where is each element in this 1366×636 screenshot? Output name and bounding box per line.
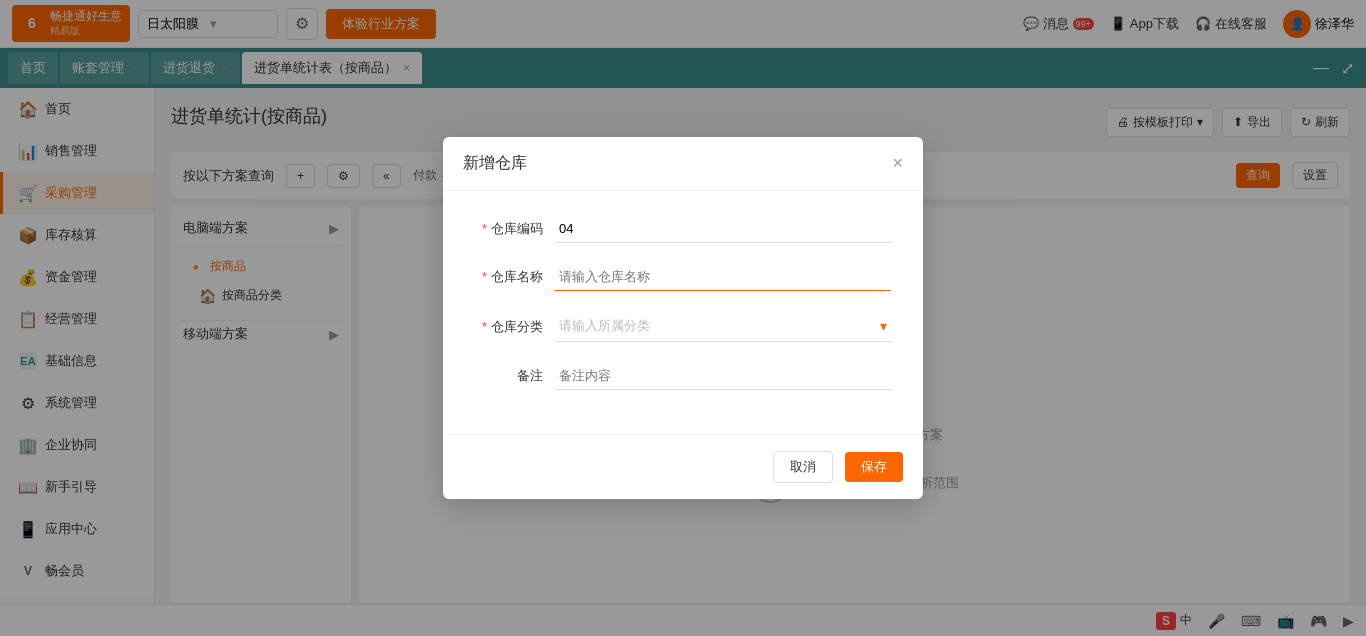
form-row-code: 仓库编码: [475, 215, 891, 243]
warehouse-category-label: 仓库分类: [475, 318, 555, 336]
warehouse-code-label: 仓库编码: [475, 220, 555, 238]
modal-close-button[interactable]: ×: [892, 153, 903, 174]
modal-header: 新增仓库 ×: [443, 137, 923, 191]
category-dropdown-icon: ▾: [880, 318, 887, 334]
modal-overlay: 新增仓库 × 仓库编码 仓库名称 仓库分类 请输入所属分类 ▾: [0, 0, 1366, 636]
form-row-category: 仓库分类 请输入所属分类 ▾: [475, 311, 891, 342]
cancel-button[interactable]: 取消: [773, 451, 833, 483]
modal-footer: 取消 保存: [443, 434, 923, 499]
warehouse-code-input[interactable]: [555, 215, 891, 243]
form-row-name: 仓库名称: [475, 263, 891, 291]
add-warehouse-modal: 新增仓库 × 仓库编码 仓库名称 仓库分类 请输入所属分类 ▾: [443, 137, 923, 499]
warehouse-remark-input[interactable]: [555, 362, 891, 390]
save-button[interactable]: 保存: [845, 452, 903, 482]
warehouse-category-select[interactable]: 请输入所属分类 ▾: [555, 311, 891, 342]
warehouse-category-placeholder: 请输入所属分类: [559, 317, 650, 335]
warehouse-remark-label: 备注: [475, 367, 555, 385]
warehouse-name-input[interactable]: [555, 263, 891, 291]
warehouse-name-label: 仓库名称: [475, 268, 555, 286]
modal-body: 仓库编码 仓库名称 仓库分类 请输入所属分类 ▾ 备注: [443, 191, 923, 434]
modal-title: 新增仓库: [463, 153, 527, 174]
form-row-remark: 备注: [475, 362, 891, 390]
